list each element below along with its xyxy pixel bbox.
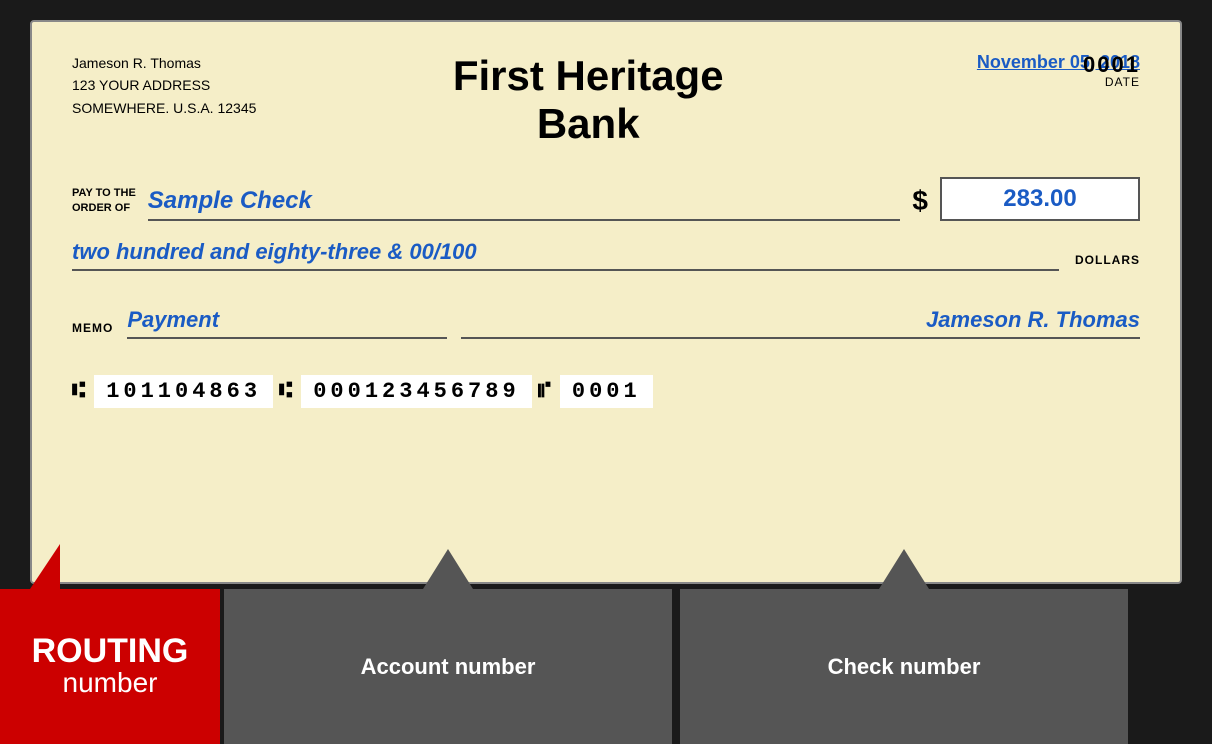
check: 0001 Jameson R. Thomas 123 YOUR ADDRESS … — [30, 20, 1182, 584]
check-number-display: 0001 — [1083, 52, 1140, 78]
payee-address: Jameson R. Thomas 123 YOUR ADDRESS SOMEW… — [72, 52, 256, 119]
written-amount-text: two hundred and eighty-three & 00/100 — [72, 239, 477, 264]
dollars-label: DOLLARS — [1075, 253, 1140, 267]
written-amount-row: two hundred and eighty-three & 00/100 DO… — [72, 239, 1140, 271]
check-header: Jameson R. Thomas 123 YOUR ADDRESS SOMEW… — [72, 52, 1140, 149]
memo-line: Payment — [127, 307, 447, 339]
micr-row: ⑆ 101104863 ⑆ 000123456789 ⑈ 0001 — [72, 375, 1140, 408]
memo-label: MEMO — [72, 321, 113, 335]
micr-check-number: 0001 — [560, 375, 653, 408]
check-label-text: Check number — [828, 654, 981, 680]
written-amount-line: two hundred and eighty-three & 00/100 — [72, 239, 1059, 271]
dollar-sign: $ — [912, 185, 928, 217]
payee-address-line1: 123 YOUR ADDRESS — [72, 74, 256, 96]
micr-check-separator: ⑈ — [538, 379, 554, 404]
pay-name-line: Sample Check — [148, 187, 901, 221]
pay-name-value: Sample Check — [148, 187, 312, 214]
amount-box: 283.00 — [940, 177, 1140, 221]
payee-address-line2: SOMEWHERE. U.S.A. 12345 — [72, 97, 256, 119]
pay-to-label: PAY TO THE ORDER OF — [72, 186, 136, 217]
bottom-annotation-area: ROUTING number Account number Check numb… — [0, 589, 1212, 744]
payee-name-address: Jameson R. Thomas — [72, 52, 256, 74]
account-label-text: Account number — [361, 654, 536, 680]
routing-title: ROUTING — [32, 634, 189, 668]
routing-arrow — [30, 544, 60, 589]
memo-row: MEMO Payment Jameson R. Thomas — [72, 307, 1140, 339]
memo-value: Payment — [127, 307, 219, 332]
check-number-label: Check number — [680, 589, 1128, 744]
signature-value: Jameson R. Thomas — [926, 307, 1140, 332]
routing-label: ROUTING number — [0, 589, 220, 744]
micr-routing-end: ⑆ — [279, 379, 295, 404]
spacer-right — [1132, 589, 1212, 744]
micr-account-number: 000123456789 — [301, 375, 531, 408]
account-arrow — [423, 549, 473, 589]
check-number-arrow — [879, 549, 929, 589]
pay-to-row: PAY TO THE ORDER OF Sample Check $ 283.0… — [72, 177, 1140, 221]
micr-routing-start: ⑆ — [72, 379, 88, 404]
routing-subtitle: number — [63, 668, 158, 699]
bank-name: First Heritage Bank — [276, 52, 900, 149]
account-number-label: Account number — [224, 589, 672, 744]
signature-line: Jameson R. Thomas — [461, 307, 1140, 339]
micr-routing-number: 101104863 — [94, 375, 273, 408]
